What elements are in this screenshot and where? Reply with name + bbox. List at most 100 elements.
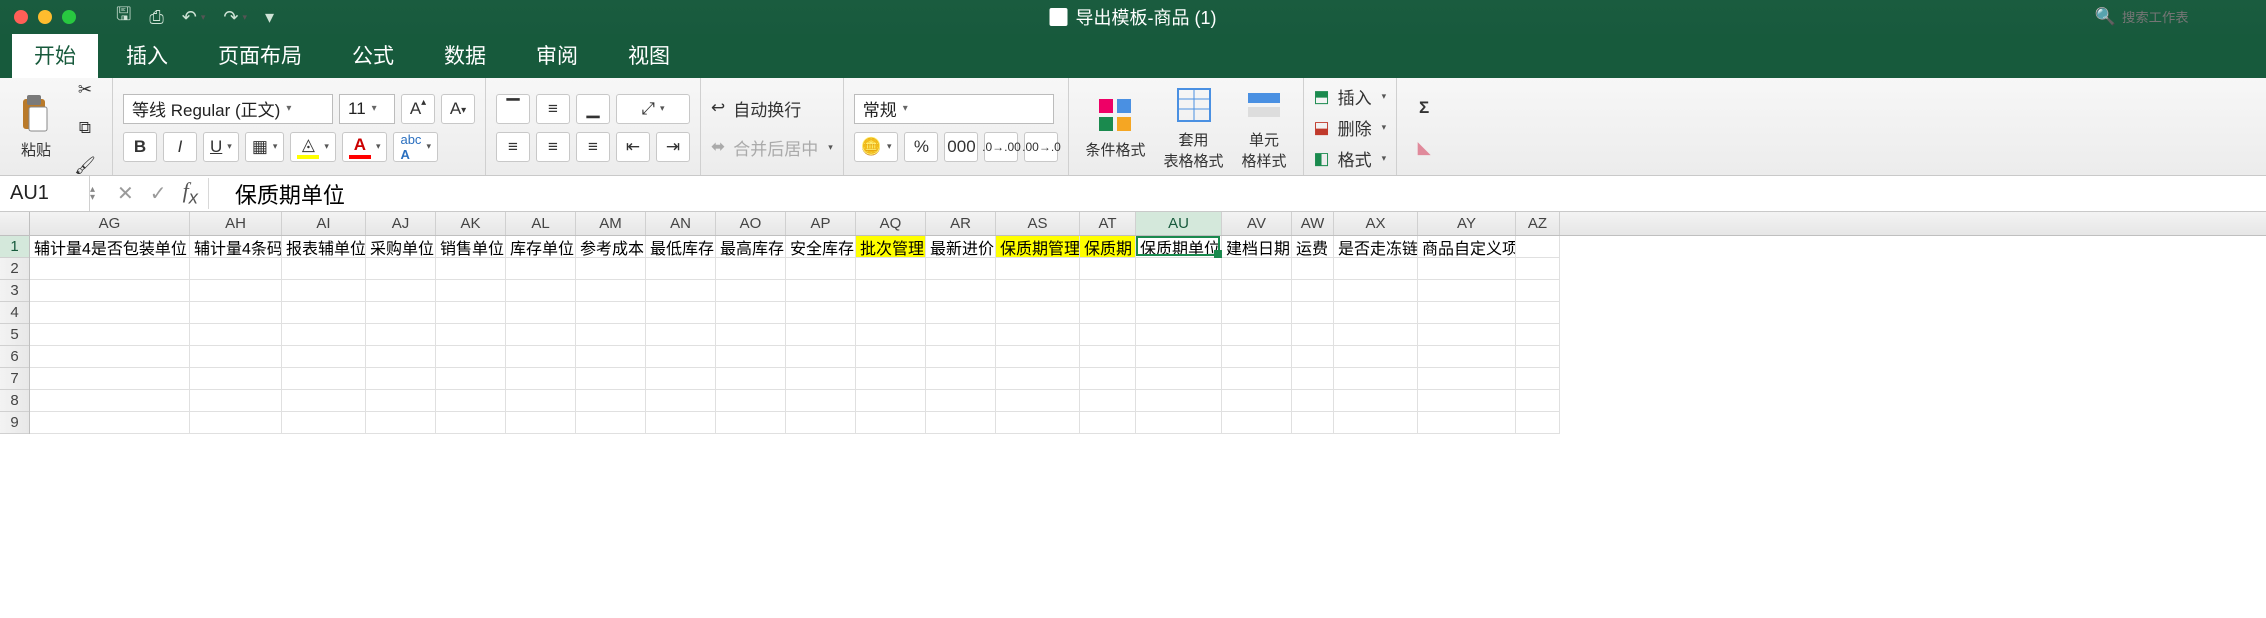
- cell[interactable]: [282, 390, 366, 412]
- cell[interactable]: 建档日期: [1222, 236, 1292, 258]
- cell[interactable]: [1418, 258, 1516, 280]
- cell[interactable]: [926, 258, 996, 280]
- row-header[interactable]: 6: [0, 346, 29, 368]
- cell[interactable]: [576, 324, 646, 346]
- cell[interactable]: [1080, 368, 1136, 390]
- cell[interactable]: [30, 368, 190, 390]
- cell[interactable]: [1334, 302, 1418, 324]
- cell[interactable]: [506, 258, 576, 280]
- cell[interactable]: [856, 412, 926, 434]
- formula-input[interactable]: [223, 181, 2266, 207]
- cell[interactable]: [282, 324, 366, 346]
- cell[interactable]: [506, 280, 576, 302]
- cell[interactable]: [1136, 412, 1222, 434]
- cell[interactable]: [1222, 280, 1292, 302]
- font-name-combo[interactable]: 等线 Regular (正文)▾: [123, 94, 333, 124]
- column-header[interactable]: AM: [576, 212, 646, 235]
- decrease-indent-button[interactable]: ⇤: [616, 132, 650, 162]
- orientation-button[interactable]: ⤢▾: [616, 94, 690, 124]
- cell[interactable]: [646, 280, 716, 302]
- cell[interactable]: [366, 258, 436, 280]
- cell[interactable]: [1080, 258, 1136, 280]
- cells-area[interactable]: 辅计量4是否包装单位辅计量4条码报表辅单位采购单位销售单位库存单位参考成本最低库…: [30, 236, 1560, 434]
- cell[interactable]: [716, 390, 786, 412]
- cell[interactable]: [190, 368, 282, 390]
- cell[interactable]: [646, 302, 716, 324]
- cell[interactable]: [1292, 280, 1334, 302]
- name-box-stepper[interactable]: ▴▾: [90, 186, 95, 202]
- cell[interactable]: [366, 390, 436, 412]
- cell[interactable]: [996, 368, 1080, 390]
- number-format-combo[interactable]: 常规▾: [854, 94, 1054, 124]
- cell[interactable]: [576, 346, 646, 368]
- cell[interactable]: [436, 412, 506, 434]
- column-header[interactable]: AU: [1136, 212, 1222, 235]
- cell[interactable]: 安全库存: [786, 236, 856, 258]
- redo-button[interactable]: ↷▾: [223, 7, 247, 28]
- row-header[interactable]: 8: [0, 390, 29, 412]
- cell[interactable]: [996, 258, 1080, 280]
- ribbon-tab-2[interactable]: 页面布局: [196, 30, 324, 78]
- cell[interactable]: 最低库存: [646, 236, 716, 258]
- cell[interactable]: [926, 412, 996, 434]
- cell[interactable]: [856, 390, 926, 412]
- cell[interactable]: [1292, 258, 1334, 280]
- column-header[interactable]: AI: [282, 212, 366, 235]
- cell[interactable]: [1080, 390, 1136, 412]
- cell[interactable]: [996, 280, 1080, 302]
- cell[interactable]: [996, 324, 1080, 346]
- cell[interactable]: [1516, 412, 1560, 434]
- column-header[interactable]: AL: [506, 212, 576, 235]
- cell[interactable]: [282, 258, 366, 280]
- align-top-button[interactable]: ▔: [496, 94, 530, 124]
- cell[interactable]: [786, 280, 856, 302]
- ribbon-tab-4[interactable]: 数据: [422, 30, 508, 78]
- cell[interactable]: [506, 346, 576, 368]
- percent-button[interactable]: %: [904, 132, 938, 162]
- cell[interactable]: [30, 412, 190, 434]
- cell[interactable]: [1516, 324, 1560, 346]
- cell[interactable]: [190, 280, 282, 302]
- cell[interactable]: [436, 390, 506, 412]
- column-header[interactable]: AJ: [366, 212, 436, 235]
- cell[interactable]: [646, 368, 716, 390]
- cell[interactable]: [786, 346, 856, 368]
- cell[interactable]: [282, 302, 366, 324]
- cell[interactable]: [576, 412, 646, 434]
- cell[interactable]: [926, 390, 996, 412]
- print-icon[interactable]: ⎙: [149, 7, 163, 28]
- maximize-window-button[interactable]: [62, 10, 76, 24]
- cell[interactable]: [856, 280, 926, 302]
- copy-button[interactable]: ⧉: [68, 113, 102, 143]
- cell[interactable]: [1292, 412, 1334, 434]
- cell[interactable]: [190, 324, 282, 346]
- cell[interactable]: [366, 302, 436, 324]
- cell[interactable]: [436, 280, 506, 302]
- column-header[interactable]: AG: [30, 212, 190, 235]
- ribbon-tab-1[interactable]: 插入: [104, 30, 190, 78]
- column-header[interactable]: AR: [926, 212, 996, 235]
- cell[interactable]: [1292, 346, 1334, 368]
- column-header[interactable]: AP: [786, 212, 856, 235]
- cell[interactable]: [506, 324, 576, 346]
- cell[interactable]: [506, 412, 576, 434]
- cell[interactable]: [1292, 368, 1334, 390]
- row-header[interactable]: 9: [0, 412, 29, 434]
- cell[interactable]: [1222, 258, 1292, 280]
- cell[interactable]: [30, 258, 190, 280]
- cell[interactable]: [1334, 346, 1418, 368]
- cell[interactable]: [1334, 390, 1418, 412]
- cell[interactable]: 最高库存: [716, 236, 786, 258]
- align-center-button[interactable]: ≡: [536, 132, 570, 162]
- cell[interactable]: [1136, 346, 1222, 368]
- cell[interactable]: [716, 368, 786, 390]
- cell[interactable]: [1136, 302, 1222, 324]
- cell[interactable]: [506, 390, 576, 412]
- cell-styles-button[interactable]: 单元 格样式: [1236, 85, 1293, 171]
- cell[interactable]: 商品自定义项: [1418, 236, 1516, 258]
- align-bottom-button[interactable]: ▁: [576, 94, 610, 124]
- column-header[interactable]: AV: [1222, 212, 1292, 235]
- column-header[interactable]: AT: [1080, 212, 1136, 235]
- cell[interactable]: [1292, 302, 1334, 324]
- cell[interactable]: [1418, 324, 1516, 346]
